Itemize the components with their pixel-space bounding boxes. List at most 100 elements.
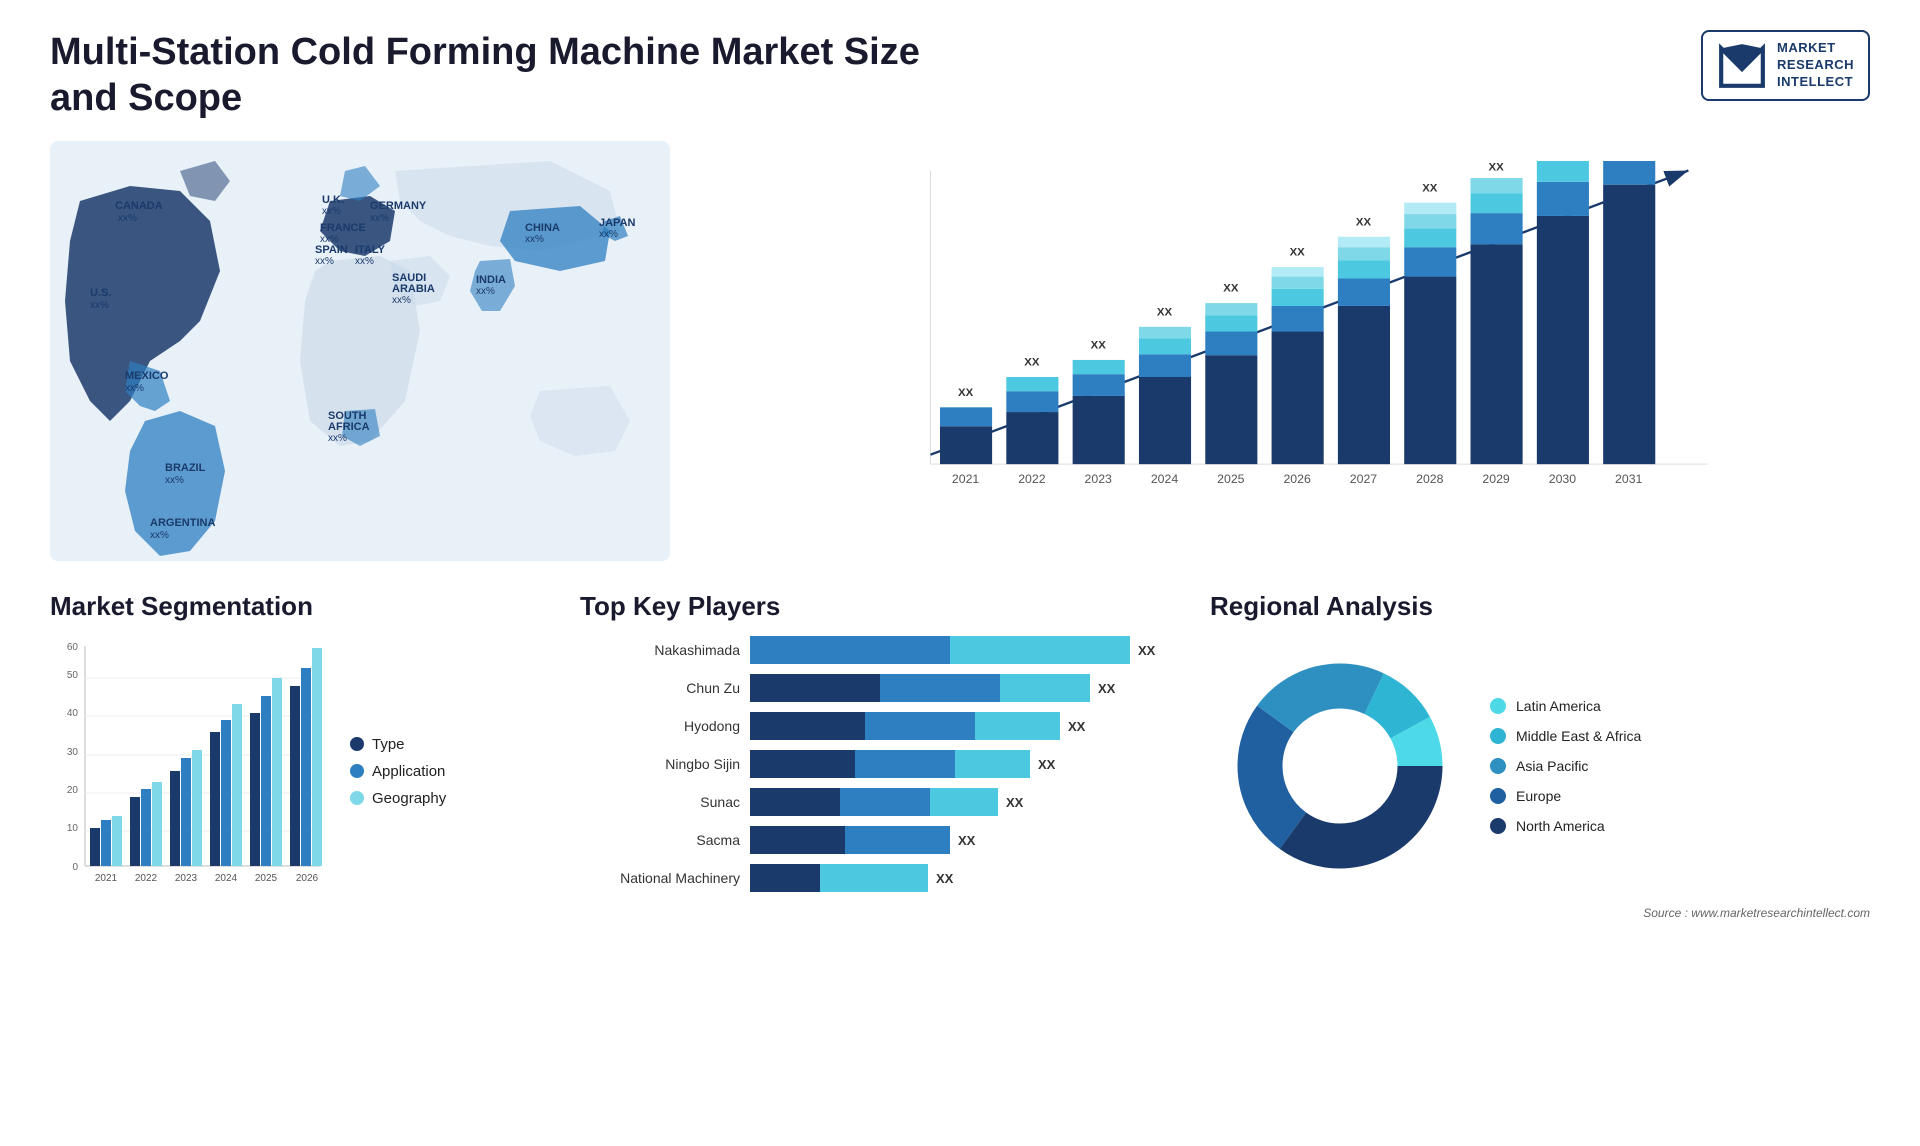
application-dot <box>350 764 364 778</box>
svg-text:xx%: xx% <box>165 475 184 486</box>
svg-text:2023: 2023 <box>175 873 198 884</box>
svg-text:2027: 2027 <box>1350 472 1378 486</box>
bar-seg2 <box>845 826 950 854</box>
player-val: XX <box>1068 719 1085 734</box>
logo-text: MARKET RESEARCH INTELLECT <box>1777 40 1854 91</box>
svg-text:U.K.: U.K. <box>322 194 344 206</box>
svg-text:xx%: xx% <box>328 433 347 444</box>
player-bar <box>750 712 1060 740</box>
player-bar-wrap: XX <box>750 826 1180 854</box>
svg-text:2023: 2023 <box>1085 472 1113 486</box>
svg-text:INDIA: INDIA <box>476 274 506 286</box>
players-chart: Nakashimada XX Chun Zu <box>580 636 1180 892</box>
svg-text:XX: XX <box>1223 283 1239 295</box>
regional-section: Regional Analysis Latin America <box>1210 591 1870 920</box>
player-hyodong: Hyodong XX <box>580 712 1180 740</box>
svg-text:10: 10 <box>67 823 79 834</box>
player-name: Nakashimada <box>580 642 740 658</box>
svg-text:40: 40 <box>67 708 79 719</box>
legend-asia-pacific: Asia Pacific <box>1490 758 1641 774</box>
svg-text:2021: 2021 <box>952 472 980 486</box>
player-name: Chun Zu <box>580 680 740 696</box>
svg-text:XX: XX <box>1157 307 1173 319</box>
logo-icon <box>1717 40 1767 90</box>
legend-geography: Geography <box>350 790 446 807</box>
legend-latin-america: Latin America <box>1490 698 1641 714</box>
player-bar-wrap: XX <box>750 636 1180 664</box>
svg-text:2031: 2031 <box>1615 472 1643 486</box>
svg-text:20: 20 <box>67 785 79 796</box>
player-bar <box>750 750 1030 778</box>
bar-seg1 <box>750 750 855 778</box>
player-name: Ningbo Sijin <box>580 756 740 772</box>
bar-seg2 <box>880 674 1000 702</box>
player-bar-wrap: XX <box>750 788 1180 816</box>
bar-seg2 <box>840 788 930 816</box>
svg-text:AFRICA: AFRICA <box>328 421 370 433</box>
segmentation-section: Market Segmentation 0 10 20 30 40 50 60 <box>50 591 550 920</box>
legend-application: Application <box>350 763 446 780</box>
bar-seg1 <box>750 864 820 892</box>
player-bar <box>750 674 1090 702</box>
svg-text:2028: 2028 <box>1416 472 1444 486</box>
header: Multi-Station Cold Forming Machine Marke… <box>50 30 1870 121</box>
svg-text:xx%: xx% <box>370 213 389 224</box>
type-dot <box>350 737 364 751</box>
player-val: XX <box>1038 757 1055 772</box>
bar-seg3 <box>930 788 998 816</box>
player-bar <box>750 636 1130 664</box>
bar-seg2 <box>865 712 975 740</box>
bar-seg3 <box>1000 674 1090 702</box>
asia-pacific-dot <box>1490 758 1506 774</box>
svg-text:xx%: xx% <box>118 213 137 224</box>
svg-text:ARABIA: ARABIA <box>392 283 435 295</box>
player-bar-wrap: XX <box>750 712 1180 740</box>
legend-north-america: North America <box>1490 818 1641 834</box>
player-val: XX <box>936 871 953 886</box>
segmentation-legend: Type Application Geography <box>350 736 446 807</box>
bar-seg1 <box>750 674 880 702</box>
legend-mea: Middle East & Africa <box>1490 728 1641 744</box>
svg-text:CHINA: CHINA <box>525 222 560 234</box>
svg-text:XX: XX <box>1356 217 1372 229</box>
svg-text:2024: 2024 <box>1151 472 1179 486</box>
type-label: Type <box>372 736 405 753</box>
application-label: Application <box>372 763 445 780</box>
player-name: Sunac <box>580 794 740 810</box>
player-nationalmachinery: National Machinery XX <box>580 864 1180 892</box>
latin-america-label: Latin America <box>1516 698 1601 714</box>
bar-seg1 <box>750 826 845 854</box>
bar-seg2 <box>820 864 928 892</box>
legend-type: Type <box>350 736 446 753</box>
bar-seg3 <box>955 750 1030 778</box>
svg-text:XX: XX <box>1290 247 1306 259</box>
players-section: Top Key Players Nakashimada XX Chun Zu <box>580 591 1180 920</box>
top-section: CANADA xx% U.S. xx% MEXICO xx% BRAZIL xx… <box>50 141 1870 561</box>
latin-america-dot <box>1490 698 1506 714</box>
geography-dot <box>350 791 364 805</box>
svg-text:2026: 2026 <box>1283 472 1311 486</box>
player-bar <box>750 826 950 854</box>
svg-text:2022: 2022 <box>135 873 158 884</box>
svg-text:xx%: xx% <box>392 295 411 306</box>
geography-label: Geography <box>372 790 446 807</box>
svg-text:U.S.: U.S. <box>90 287 111 299</box>
svg-text:XX: XX <box>1489 162 1505 174</box>
svg-text:2030: 2030 <box>1549 472 1577 486</box>
donut-chart <box>1210 636 1470 896</box>
svg-text:JAPAN: JAPAN <box>599 217 636 229</box>
bar-seg3 <box>975 712 1060 740</box>
svg-text:xx%: xx% <box>476 286 495 297</box>
svg-text:FRANCE: FRANCE <box>320 222 366 234</box>
player-sunac: Sunac XX <box>580 788 1180 816</box>
svg-text:XX: XX <box>1024 357 1040 369</box>
svg-text:2025: 2025 <box>255 873 278 884</box>
svg-text:xx%: xx% <box>125 383 144 394</box>
segmentation-chart-area: 0 10 20 30 40 50 60 <box>50 636 550 906</box>
svg-text:XX: XX <box>1422 183 1438 195</box>
regional-chart-area: Latin America Middle East & Africa Asia … <box>1210 636 1870 896</box>
europe-label: Europe <box>1516 788 1561 804</box>
regional-legend: Latin America Middle East & Africa Asia … <box>1490 698 1641 834</box>
bar-seg2 <box>950 636 1130 664</box>
legend-europe: Europe <box>1490 788 1641 804</box>
